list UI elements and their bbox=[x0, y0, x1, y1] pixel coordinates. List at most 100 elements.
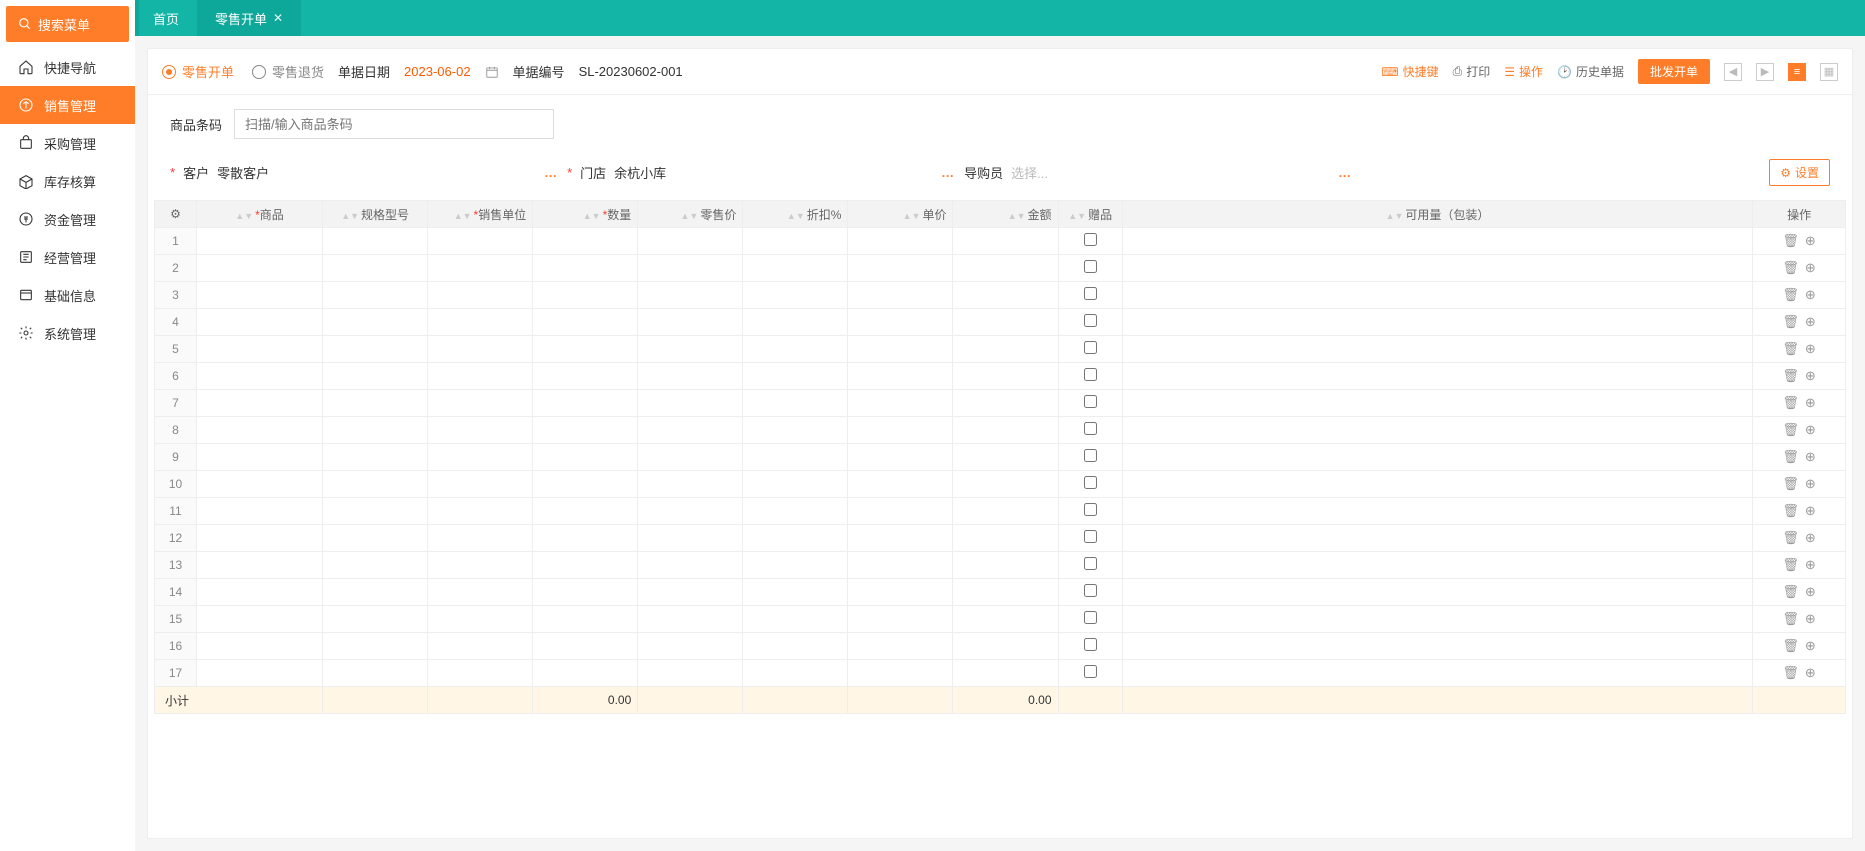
cell-spec[interactable] bbox=[323, 363, 428, 390]
table-row[interactable]: 16🗑⊕ bbox=[155, 633, 1846, 660]
cell-retail-price[interactable] bbox=[638, 336, 743, 363]
cell-product[interactable] bbox=[197, 552, 323, 579]
cell-product[interactable] bbox=[197, 471, 323, 498]
cell-gift[interactable] bbox=[1058, 471, 1122, 498]
cell-unit[interactable] bbox=[428, 255, 533, 282]
cell-retail-price[interactable] bbox=[638, 552, 743, 579]
cell-amount[interactable] bbox=[953, 606, 1058, 633]
cell-unit-price[interactable] bbox=[848, 579, 953, 606]
cell-amount[interactable] bbox=[953, 390, 1058, 417]
cell-product[interactable] bbox=[197, 390, 323, 417]
cell-gift[interactable] bbox=[1058, 228, 1122, 255]
add-row-icon[interactable]: ⊕ bbox=[1805, 557, 1816, 572]
cell-discount[interactable] bbox=[743, 228, 848, 255]
cell-unit[interactable] bbox=[428, 633, 533, 660]
cell-discount[interactable] bbox=[743, 525, 848, 552]
cell-unit[interactable] bbox=[428, 228, 533, 255]
sidebar-item-sys[interactable]: 系统管理 bbox=[0, 314, 135, 352]
cell-unit[interactable] bbox=[428, 309, 533, 336]
cell-product[interactable] bbox=[197, 282, 323, 309]
cell-gift[interactable] bbox=[1058, 363, 1122, 390]
cell-retail-price[interactable] bbox=[638, 309, 743, 336]
cell-gift[interactable] bbox=[1058, 336, 1122, 363]
cell-product[interactable] bbox=[197, 336, 323, 363]
cell-product[interactable] bbox=[197, 417, 323, 444]
gift-checkbox[interactable] bbox=[1084, 638, 1097, 651]
cell-discount[interactable] bbox=[743, 444, 848, 471]
delete-icon[interactable]: 🗑 bbox=[1782, 611, 1799, 626]
cell-unit[interactable] bbox=[428, 336, 533, 363]
cell-amount[interactable] bbox=[953, 363, 1058, 390]
cell-spec[interactable] bbox=[323, 471, 428, 498]
cell-qty[interactable] bbox=[533, 633, 638, 660]
cell-gift[interactable] bbox=[1058, 525, 1122, 552]
cell-qty[interactable] bbox=[533, 390, 638, 417]
cell-discount[interactable] bbox=[743, 282, 848, 309]
cell-discount[interactable] bbox=[743, 471, 848, 498]
cell-qty[interactable] bbox=[533, 255, 638, 282]
gift-checkbox[interactable] bbox=[1084, 233, 1097, 246]
prev-button[interactable]: ◀ bbox=[1724, 63, 1742, 81]
cell-discount[interactable] bbox=[743, 633, 848, 660]
cell-qty[interactable] bbox=[533, 552, 638, 579]
col-unit-price[interactable]: ▲▼单价 bbox=[848, 201, 953, 228]
cell-unit[interactable] bbox=[428, 363, 533, 390]
table-row[interactable]: 17🗑⊕ bbox=[155, 660, 1846, 687]
cell-retail-price[interactable] bbox=[638, 255, 743, 282]
cell-gift[interactable] bbox=[1058, 498, 1122, 525]
add-row-icon[interactable]: ⊕ bbox=[1805, 611, 1816, 626]
sidebar-item-fund[interactable]: 资金管理 bbox=[0, 200, 135, 238]
cell-amount[interactable] bbox=[953, 660, 1058, 687]
cell-unit-price[interactable] bbox=[848, 552, 953, 579]
delete-icon[interactable]: 🗑 bbox=[1782, 287, 1799, 302]
cell-unit[interactable] bbox=[428, 552, 533, 579]
settings-button[interactable]: ⚙ 设置 bbox=[1769, 159, 1830, 186]
cell-unit-price[interactable] bbox=[848, 471, 953, 498]
view-list-button[interactable]: ≡ bbox=[1788, 63, 1806, 81]
cell-amount[interactable] bbox=[953, 444, 1058, 471]
cell-spec[interactable] bbox=[323, 255, 428, 282]
cell-product[interactable] bbox=[197, 525, 323, 552]
table-row[interactable]: 5🗑⊕ bbox=[155, 336, 1846, 363]
cell-unit-price[interactable] bbox=[848, 660, 953, 687]
add-row-icon[interactable]: ⊕ bbox=[1805, 665, 1816, 680]
cell-qty[interactable] bbox=[533, 579, 638, 606]
col-spec[interactable]: ▲▼规格型号 bbox=[323, 201, 428, 228]
cell-retail-price[interactable] bbox=[638, 660, 743, 687]
gift-checkbox[interactable] bbox=[1084, 584, 1097, 597]
delete-icon[interactable]: 🗑 bbox=[1782, 557, 1799, 572]
delete-icon[interactable]: 🗑 bbox=[1782, 422, 1799, 437]
cell-gift[interactable] bbox=[1058, 417, 1122, 444]
operate-button[interactable]: ☰ 操作 bbox=[1504, 63, 1543, 80]
cell-gift[interactable] bbox=[1058, 309, 1122, 336]
cell-retail-price[interactable] bbox=[638, 498, 743, 525]
cell-spec[interactable] bbox=[323, 228, 428, 255]
gift-checkbox[interactable] bbox=[1084, 476, 1097, 489]
add-row-icon[interactable]: ⊕ bbox=[1805, 260, 1816, 275]
customer-picker[interactable]: 零散客户 … bbox=[217, 161, 557, 184]
cell-unit-price[interactable] bbox=[848, 228, 953, 255]
delete-icon[interactable]: 🗑 bbox=[1782, 341, 1799, 356]
col-unit[interactable]: ▲▼*销售单位 bbox=[428, 201, 533, 228]
cell-spec[interactable] bbox=[323, 444, 428, 471]
cell-amount[interactable] bbox=[953, 417, 1058, 444]
cell-spec[interactable] bbox=[323, 417, 428, 444]
calendar-icon[interactable] bbox=[485, 65, 499, 79]
tab-retail-order[interactable]: 零售开单 ✕ bbox=[197, 0, 301, 36]
gift-checkbox[interactable] bbox=[1084, 341, 1097, 354]
add-row-icon[interactable]: ⊕ bbox=[1805, 503, 1816, 518]
cell-discount[interactable] bbox=[743, 363, 848, 390]
cell-amount[interactable] bbox=[953, 336, 1058, 363]
cell-product[interactable] bbox=[197, 579, 323, 606]
cell-discount[interactable] bbox=[743, 390, 848, 417]
cell-spec[interactable] bbox=[323, 525, 428, 552]
cell-amount[interactable] bbox=[953, 471, 1058, 498]
table-row[interactable]: 15🗑⊕ bbox=[155, 606, 1846, 633]
cell-retail-price[interactable] bbox=[638, 606, 743, 633]
cell-retail-price[interactable] bbox=[638, 390, 743, 417]
col-retail-price[interactable]: ▲▼零售价 bbox=[638, 201, 743, 228]
add-row-icon[interactable]: ⊕ bbox=[1805, 341, 1816, 356]
ellipsis-icon[interactable]: … bbox=[941, 165, 954, 180]
cell-amount[interactable] bbox=[953, 282, 1058, 309]
col-discount[interactable]: ▲▼折扣% bbox=[743, 201, 848, 228]
